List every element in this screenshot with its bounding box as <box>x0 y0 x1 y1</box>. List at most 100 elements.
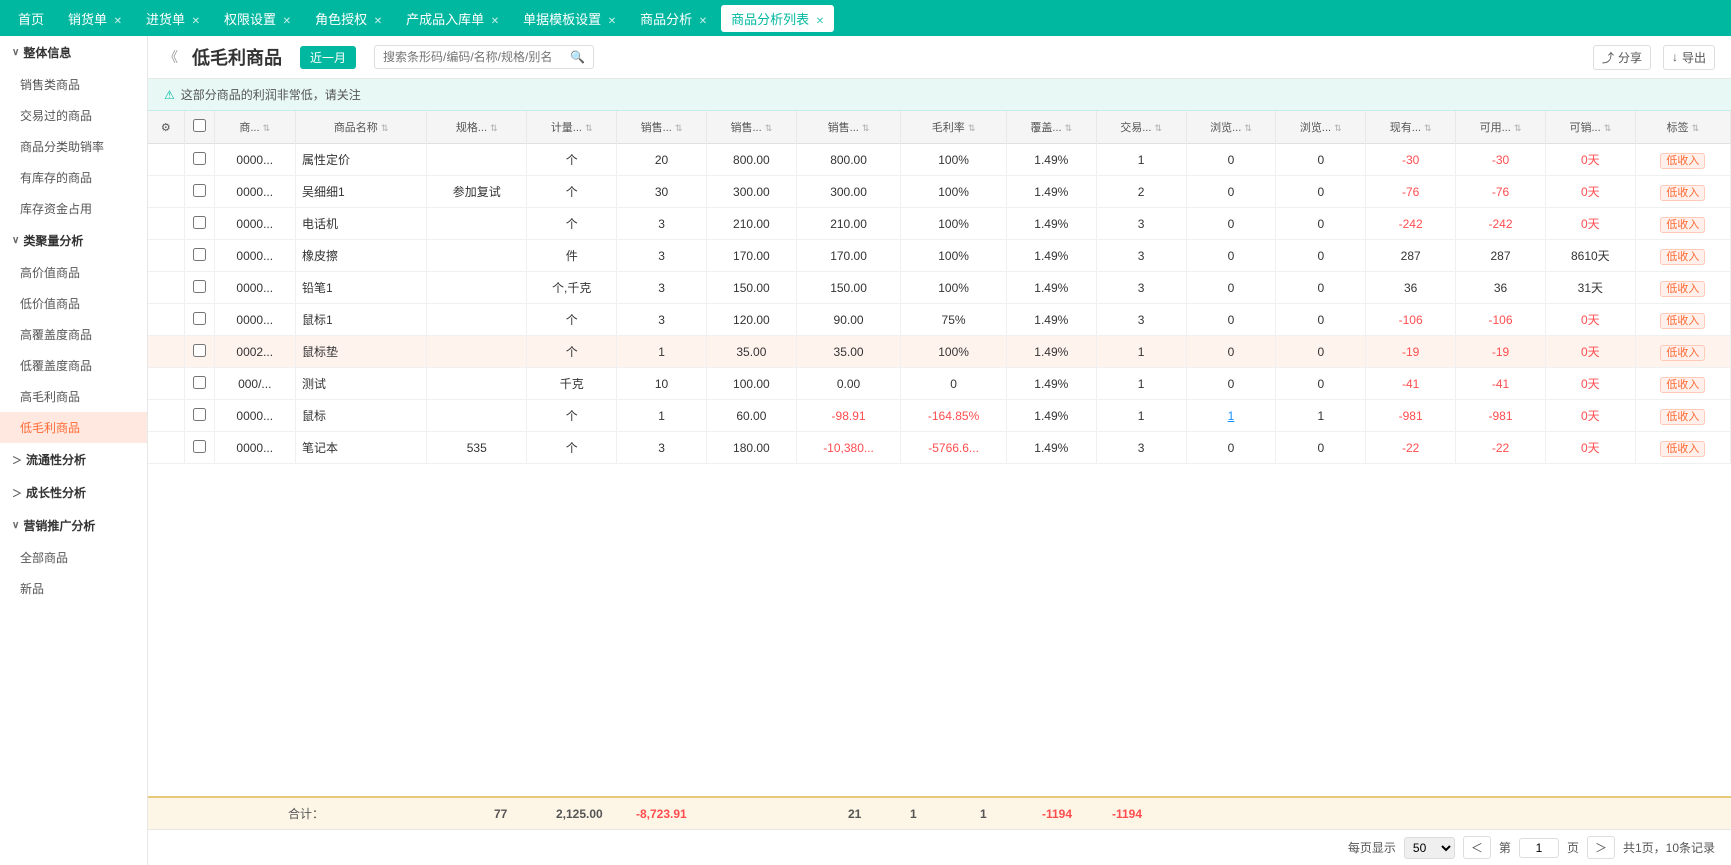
col-coverage[interactable]: 覆盖... ⇅ <box>1006 111 1096 144</box>
row-checkbox[interactable] <box>184 176 214 208</box>
export-button[interactable]: ↓ 导出 <box>1663 45 1715 70</box>
per-page-select[interactable]: 50 100 200 <box>1404 837 1455 859</box>
row-browse1[interactable]: 1 <box>1186 400 1276 432</box>
col-current-stock[interactable]: 现有... ⇅ <box>1366 111 1456 144</box>
col-sale-price[interactable]: 销售... ⇅ <box>706 111 796 144</box>
nav-product-entry[interactable]: 产成品入库单 ✕ <box>396 5 509 32</box>
period-button[interactable]: 近一月 <box>300 46 356 69</box>
row-checkbox[interactable] <box>184 272 214 304</box>
nav-sales[interactable]: 销货单 ✕ <box>58 5 132 32</box>
table-row: 0000... 橡皮擦 件 3 170.00 170.00 100% 1.49%… <box>148 240 1731 272</box>
col-browse2[interactable]: 浏览... ⇅ <box>1276 111 1366 144</box>
nav-goods-analysis-list[interactable]: 商品分析列表 ✕ <box>721 5 834 32</box>
nav-purchase-close[interactable]: ✕ <box>192 16 200 27</box>
col-code[interactable]: 商... ⇅ <box>214 111 296 144</box>
row-code: 0000... <box>214 432 296 464</box>
row-checkbox[interactable] <box>184 240 214 272</box>
row-browse1: 0 <box>1186 304 1276 336</box>
sidebar-item-stock-capital[interactable]: 库存资金占用 <box>0 193 147 224</box>
row-stock: -981 <box>1366 400 1456 432</box>
col-sale-count[interactable]: 销售... ⇅ <box>617 111 707 144</box>
row-checkbox[interactable] <box>184 400 214 432</box>
row-checkbox[interactable] <box>184 336 214 368</box>
nav-role[interactable]: 角色授权 ✕ <box>305 5 392 32</box>
sidebar-section-overall[interactable]: ∨ 整体信息 <box>0 36 147 69</box>
next-page-btn[interactable]: ＞ <box>1587 836 1615 859</box>
col-settings[interactable]: ⚙ <box>148 111 184 144</box>
nav-permission[interactable]: 权限设置 ✕ <box>214 5 301 32</box>
row-select-checkbox[interactable] <box>193 248 206 261</box>
nav-permission-close[interactable]: ✕ <box>283 16 291 27</box>
sidebar-section-marketing[interactable]: ∨ 营销推广分析 <box>0 509 147 542</box>
search-icon[interactable]: 🔍 <box>570 50 585 64</box>
row-browse2: 0 <box>1276 304 1366 336</box>
col-checkbox[interactable] <box>184 111 214 144</box>
nav-purchase[interactable]: 进货单 ✕ <box>136 5 210 32</box>
row-select-checkbox[interactable] <box>193 312 206 325</box>
nav-product-entry-close[interactable]: ✕ <box>491 16 499 27</box>
page-number-input[interactable] <box>1519 838 1559 858</box>
nav-template[interactable]: 单据模板设置 ✕ <box>513 5 626 32</box>
sidebar-collapse-btn[interactable]: 《 <box>164 47 178 67</box>
row-select-checkbox[interactable] <box>193 440 206 453</box>
col-name[interactable]: 商品名称 ⇅ <box>296 111 427 144</box>
row-select-checkbox[interactable] <box>193 280 206 293</box>
sidebar-item-traded-goods[interactable]: 交易过的商品 <box>0 100 147 131</box>
nav-sales-close[interactable]: ✕ <box>114 16 122 27</box>
nav-goods-analysis-close[interactable]: ✕ <box>699 16 707 27</box>
table-row: 000/... 测试 千克 10 100.00 0.00 0 1.49% 1 0… <box>148 368 1731 400</box>
row-select-checkbox[interactable] <box>193 152 206 165</box>
row-checkbox[interactable] <box>184 368 214 400</box>
col-sale-profit[interactable]: 销售... ⇅ <box>796 111 900 144</box>
sidebar-section-growth[interactable]: ＞ 成长性分析 <box>0 476 147 509</box>
col-trade[interactable]: 交易... ⇅ <box>1096 111 1186 144</box>
col-saleable[interactable]: 可销... ⇅ <box>1545 111 1635 144</box>
col-gross-rate[interactable]: 毛利率 ⇅ <box>901 111 1007 144</box>
col-spec[interactable]: 规格... ⇅ <box>427 111 527 144</box>
col-unit[interactable]: 计量... ⇅ <box>527 111 617 144</box>
row-trade-count: 1 <box>1096 368 1186 400</box>
row-browse1: 0 <box>1186 368 1276 400</box>
sidebar-item-stock-goods[interactable]: 有库存的商品 <box>0 162 147 193</box>
sidebar-item-low-gross[interactable]: 低毛利商品 <box>0 412 147 443</box>
row-checkbox[interactable] <box>184 432 214 464</box>
col-available[interactable]: 可用... ⇅ <box>1456 111 1546 144</box>
col-tag[interactable]: 标签 ⇅ <box>1635 111 1730 144</box>
row-unit: 个 <box>527 400 617 432</box>
row-select-checkbox[interactable] <box>193 216 206 229</box>
row-select-checkbox[interactable] <box>193 344 206 357</box>
row-checkbox[interactable] <box>184 144 214 176</box>
prev-page-btn[interactable]: ＜ <box>1463 836 1491 859</box>
nav-role-close[interactable]: ✕ <box>374 16 382 27</box>
sidebar-item-new-goods[interactable]: 新品 <box>0 573 147 604</box>
share-button[interactable]: ⤴ 分享 <box>1593 45 1651 70</box>
sidebar-section-cluster[interactable]: ∨ 类聚量分析 <box>0 224 147 257</box>
sidebar-item-high-coverage[interactable]: 高覆盖度商品 <box>0 319 147 350</box>
sidebar-item-low-coverage[interactable]: 低覆盖度商品 <box>0 350 147 381</box>
col-browse1[interactable]: 浏览... ⇅ <box>1186 111 1276 144</box>
row-select-checkbox[interactable] <box>193 184 206 197</box>
tag-badge: 低收入 <box>1660 313 1705 329</box>
nav-home[interactable]: 首页 <box>8 5 54 32</box>
row-select-checkbox[interactable] <box>193 408 206 421</box>
sidebar-item-high-value[interactable]: 高价值商品 <box>0 257 147 288</box>
search-input[interactable] <box>383 50 564 64</box>
row-stock: 36 <box>1366 272 1456 304</box>
row-unit: 千克 <box>527 368 617 400</box>
row-sale-count: 30 <box>617 176 707 208</box>
sidebar-section-flow[interactable]: ＞ 流通性分析 <box>0 443 147 476</box>
nav-template-close[interactable]: ✕ <box>608 16 616 27</box>
row-select-checkbox[interactable] <box>193 376 206 389</box>
sidebar-item-low-value[interactable]: 低价值商品 <box>0 288 147 319</box>
row-checkbox[interactable] <box>184 304 214 336</box>
row-checkbox[interactable] <box>184 208 214 240</box>
sidebar-item-sales-goods[interactable]: 销售类商品 <box>0 69 147 100</box>
row-name: 橡皮擦 <box>296 240 427 272</box>
nav-goods-analysis[interactable]: 商品分析 ✕ <box>630 5 717 32</box>
sidebar-item-high-gross[interactable]: 高毛利商品 <box>0 381 147 412</box>
sidebar-item-all-goods[interactable]: 全部商品 <box>0 542 147 573</box>
sidebar-item-category-rate[interactable]: 商品分类助销率 <box>0 131 147 162</box>
select-all-checkbox[interactable] <box>193 119 206 132</box>
nav-goods-analysis-list-close[interactable]: ✕ <box>816 16 824 27</box>
data-table: ⚙ 商... ⇅ 商品名称 ⇅ 规格... ⇅ 计量... ⇅ 销售... ⇅ … <box>148 111 1731 464</box>
